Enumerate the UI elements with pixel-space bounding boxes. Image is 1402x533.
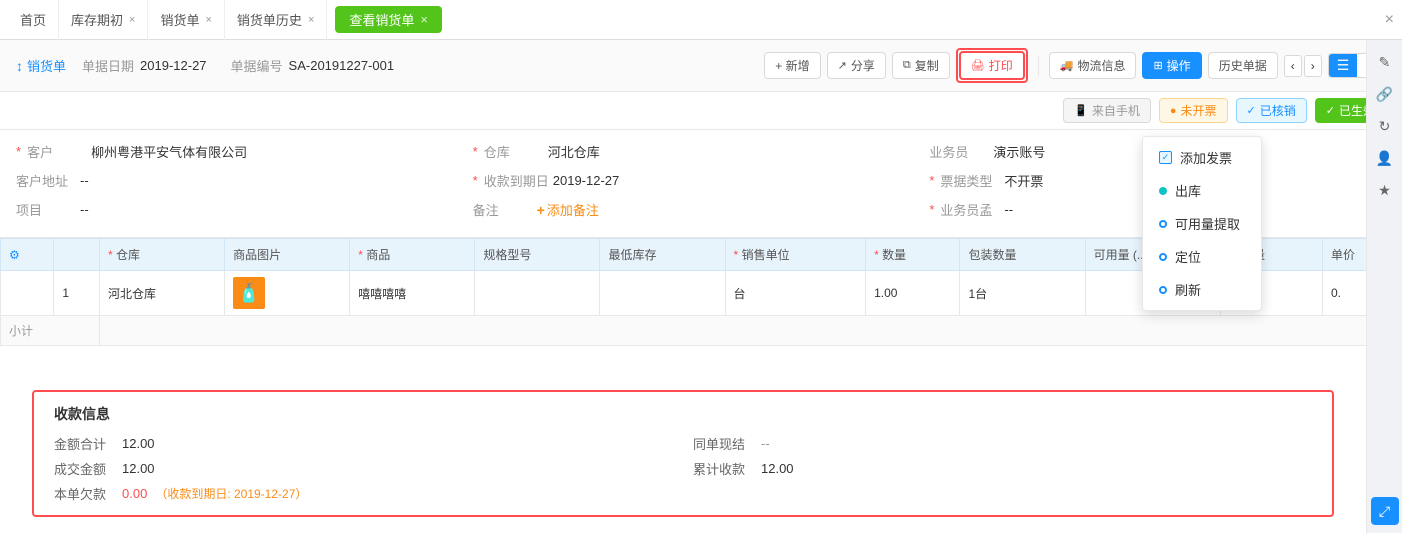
print-button[interactable]: 🖨 打印 — [959, 51, 1025, 80]
locate-icon — [1159, 253, 1167, 261]
history-button[interactable]: 历史单据 — [1208, 52, 1278, 79]
row-num-cell: 1 — [54, 271, 100, 316]
row-image-cell: 🧴 — [225, 271, 350, 316]
tab-sales-order[interactable]: 销货单 × — [148, 0, 224, 40]
available-qty-icon — [1159, 220, 1167, 228]
document-header: ↕ 销货单 单据日期 2019-12-27 单据编号 SA-20191227-0… — [0, 40, 1402, 92]
doc-meta: 单据日期 2019-12-27 单据编号 SA-20191227-001 — [82, 56, 748, 75]
sidebar-rotate-button[interactable]: ↻ — [1371, 112, 1399, 140]
add-invoice-icon — [1159, 151, 1172, 164]
tab-bar: 首页 库存期初 × 销货单 × 销货单历史 × 查看销货单 × × — [0, 0, 1402, 40]
qty-col-header: 数量 — [866, 239, 960, 271]
settings-col-header[interactable]: ⚙ — [1, 239, 54, 271]
payment-section: 收款信息 金额合计 12.00 同单现结 -- 成交金额 12.00 — [32, 390, 1334, 517]
row-qty-cell: 1.00 — [866, 271, 960, 316]
list-view-button[interactable]: ☰ — [1329, 54, 1358, 77]
not-opened-button[interactable]: ● 未开票 — [1159, 98, 1228, 123]
print-highlight-box: 🖨 打印 — [956, 48, 1028, 83]
doc-number-field: 单据编号 SA-20191227-001 — [231, 56, 395, 75]
rownum-col-header — [54, 239, 100, 271]
logistics-button[interactable]: 🚚 物流信息 — [1049, 52, 1137, 79]
tab-inventory-init[interactable]: 库存期初 × — [59, 0, 148, 40]
confirm-button[interactable]: ✓ 已核销 — [1236, 98, 1307, 123]
right-sidebar: ✎ 🔗 ↻ 👤 ★ ⤢ — [1366, 40, 1402, 533]
row-warehouse-cell: 河北仓库 — [100, 271, 225, 316]
packqty-col-header: 包装数量 — [960, 239, 1085, 271]
locate-item[interactable]: 定位 — [1143, 240, 1261, 273]
salesunit-col-header: 销售单位 — [725, 239, 866, 271]
close-tab-view-sales[interactable]: × — [420, 12, 428, 27]
row-packqty-cell: 1台 — [960, 271, 1085, 316]
product-col-header: 商品 — [350, 239, 475, 271]
add-note-button[interactable]: + 添加备注 — [537, 200, 599, 219]
prev-doc-button[interactable]: ‹ — [1284, 55, 1302, 77]
product-thumbnail: 🧴 — [233, 277, 265, 309]
same-order-row: 同单现结 -- — [693, 434, 1312, 453]
tab-home[interactable]: 首页 — [8, 0, 59, 40]
deal-amount-row: 成交金额 12.00 — [54, 459, 673, 478]
next-doc-button[interactable]: › — [1304, 55, 1322, 77]
bottom-area: 收款信息 金额合计 12.00 同单现结 -- 成交金额 12.00 — [0, 374, 1366, 533]
minstock-col-header: 最低库存 — [600, 239, 725, 271]
row-settings-cell — [1, 271, 54, 316]
spec-col-header: 规格型号 — [475, 239, 600, 271]
row-salesunit-cell: 台 — [725, 271, 866, 316]
sidebar-edit-button[interactable]: ✎ — [1371, 48, 1399, 76]
close-tab-history[interactable]: × — [308, 14, 314, 26]
subtotal-values-cell — [100, 316, 1402, 346]
settings-icon[interactable]: ⚙ — [9, 248, 20, 262]
close-tab-sales[interactable]: × — [205, 14, 211, 26]
tab-sales-history[interactable]: 销货单历史 × — [225, 0, 327, 40]
address-field: 客户地址 -- — [16, 171, 473, 190]
operations-dropdown: 添加发票 出库 可用量提取 定位 刷新 — [1142, 136, 1262, 311]
sidebar-star-button[interactable]: ★ — [1371, 176, 1399, 204]
customer-field: * 客户 柳州粤港平安气体有限公司 — [16, 142, 473, 161]
close-all-tabs[interactable]: × — [1385, 11, 1394, 29]
payment-date-field: * 收款到期日 2019-12-27 — [473, 171, 930, 190]
add-invoice-item[interactable]: 添加发票 — [1143, 141, 1261, 174]
current-due-row: 本单欠款 0.00 （收款到期日: 2019-12-27） — [54, 484, 673, 503]
new-button[interactable]: + 新增 — [764, 52, 820, 79]
payment-grid: 金额合计 12.00 同单现结 -- 成交金额 12.00 累计收款 12.00 — [54, 434, 1312, 503]
sidebar-link-button[interactable]: 🔗 — [1371, 80, 1399, 108]
share-button[interactable]: ↗ 分享 — [827, 52, 886, 79]
available-qty-item[interactable]: 可用量提取 — [1143, 207, 1261, 240]
outbound-icon — [1159, 187, 1167, 195]
sidebar-expand-button[interactable]: ⤢ — [1371, 497, 1399, 525]
doc-type: ↕ 销货单 — [16, 56, 66, 75]
row-product-cell: 嘻嘻嘻嘻 — [350, 271, 475, 316]
note-field: 备注 + 添加备注 — [473, 200, 930, 219]
cumulative-row: 累计收款 12.00 — [693, 459, 1312, 478]
subtotal-label-cell: 小计 — [1, 316, 100, 346]
toolbar-divider — [1038, 56, 1039, 76]
refresh-icon — [1159, 286, 1167, 294]
from-mobile-button[interactable]: 📱 来自手机 — [1063, 98, 1151, 123]
status-bar: 📱 来自手机 ● 未开票 ✓ 已核销 ✓ 已生效 — [0, 92, 1402, 130]
warehouse-field: * 仓库 河北仓库 — [473, 142, 930, 161]
sidebar-person-button[interactable]: 👤 — [1371, 144, 1399, 172]
subtotal-row: 小计 — [1, 316, 1402, 346]
row-spec-cell — [475, 271, 600, 316]
payment-title: 收款信息 — [54, 404, 1312, 424]
doc-date-field: 单据日期 2019-12-27 — [82, 56, 207, 75]
warehouse-col-header: 仓库 — [100, 239, 225, 271]
close-tab-inventory[interactable]: × — [129, 14, 135, 26]
project-field: 项目 -- — [16, 200, 473, 219]
image-col-header: 商品图片 — [225, 239, 350, 271]
outbound-item[interactable]: 出库 — [1143, 174, 1261, 207]
total-row: 金额合计 12.00 — [54, 434, 673, 453]
operations-button[interactable]: ⊞ 操作 — [1142, 52, 1201, 79]
nav-arrows: ‹ › — [1284, 55, 1322, 77]
tab-view-sales[interactable]: 查看销货单 × — [335, 6, 442, 33]
copy-button[interactable]: ⧉ 复制 — [892, 52, 950, 79]
row-minstock-cell — [600, 271, 725, 316]
refresh-item[interactable]: 刷新 — [1143, 273, 1261, 306]
